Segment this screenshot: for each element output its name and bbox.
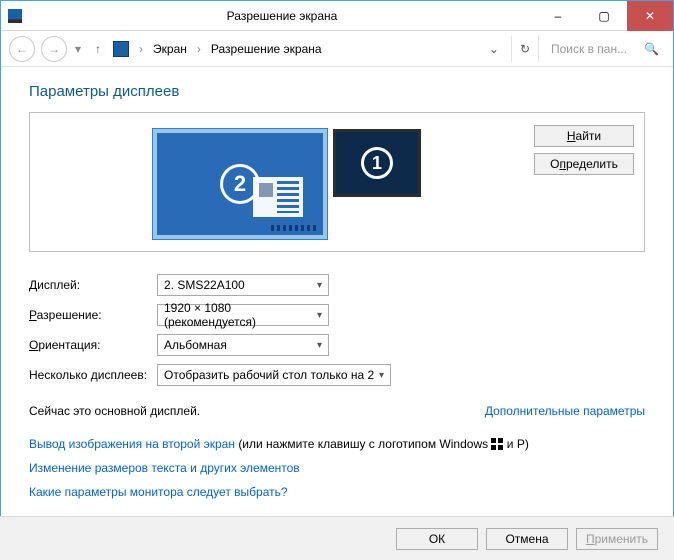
close-button[interactable]: ✕ bbox=[627, 1, 673, 31]
orientation-value: Альбомная bbox=[164, 338, 227, 352]
refresh-button[interactable]: ↻ bbox=[511, 36, 539, 62]
apply-button: Применить bbox=[576, 528, 658, 550]
advanced-settings-link[interactable]: Дополнительные параметры bbox=[485, 404, 645, 418]
chevron-down-icon: ▾ bbox=[317, 280, 322, 291]
window-title: Разрешение экрана bbox=[29, 9, 535, 23]
display-preview: 2 1 Найти Определить bbox=[29, 112, 645, 252]
search-icon: 🔍 bbox=[644, 42, 665, 56]
project-second-screen-link[interactable]: Вывод изображения на второй экран bbox=[29, 437, 235, 451]
titlebar: Разрешение экрана – ▢ ✕ bbox=[1, 1, 673, 31]
multi-display-value: Отобразить рабочий стол только на 2 bbox=[164, 368, 374, 382]
primary-display-status: Сейчас это основной дисплей. bbox=[29, 404, 200, 418]
forward-button[interactable]: → bbox=[41, 36, 67, 62]
project-hint-text2: и P) bbox=[507, 437, 529, 451]
search-input[interactable]: Поиск в пан... 🔍 bbox=[545, 36, 665, 62]
crumb-sep-icon: › bbox=[193, 42, 205, 56]
search-placeholder: Поиск в пан... bbox=[551, 42, 627, 56]
windows-logo-icon bbox=[491, 438, 503, 450]
location-icon bbox=[113, 41, 129, 57]
minimize-button[interactable]: – bbox=[535, 1, 581, 31]
app-icon bbox=[1, 9, 29, 23]
resolution-value: 1920 × 1080 (рекомендуется) bbox=[164, 301, 317, 329]
back-button[interactable]: ← bbox=[9, 36, 35, 62]
crumb-sep-icon: › bbox=[135, 42, 147, 56]
display-label: Дисплей: bbox=[29, 278, 157, 292]
chevron-down-icon: ▾ bbox=[317, 310, 322, 321]
monitor-1[interactable]: 1 bbox=[333, 129, 421, 197]
chevron-down-icon: ▾ bbox=[379, 370, 384, 381]
address-dropdown-icon[interactable]: ⌄ bbox=[483, 42, 505, 56]
breadcrumb-current[interactable]: Разрешение экрана bbox=[211, 42, 322, 56]
content: Параметры дисплеев 2 1 Найти Определить … bbox=[1, 67, 673, 508]
toolbar: ← → ▾ ↑ › Экран › Разрешение экрана ⌄ ↻ … bbox=[1, 31, 673, 67]
display-select[interactable]: 2. SMS22A100 ▾ bbox=[157, 274, 329, 296]
resolution-select[interactable]: 1920 × 1080 (рекомендуется) ▾ bbox=[157, 304, 329, 326]
orientation-label: Ориентация: bbox=[29, 338, 157, 352]
monitor-help-link[interactable]: Какие параметры монитора следует выбрать… bbox=[29, 480, 645, 504]
help-links: Вывод изображения на второй экран (или н… bbox=[29, 432, 645, 504]
settings-form: Дисплей: 2. SMS22A100 ▾ Разрешение: 1920… bbox=[29, 270, 645, 390]
display-value: 2. SMS22A100 bbox=[164, 278, 245, 292]
window-controls: – ▢ ✕ bbox=[535, 1, 673, 31]
resolution-label: Разрешение: bbox=[29, 308, 157, 322]
identify-button[interactable]: Определить bbox=[534, 153, 634, 175]
multi-display-select[interactable]: Отобразить рабочий стол только на 2 ▾ bbox=[157, 364, 391, 386]
monitor-2[interactable]: 2 bbox=[153, 129, 327, 239]
find-button[interactable]: Найти bbox=[534, 125, 634, 147]
monitor-decoration-icon bbox=[253, 177, 303, 217]
ok-button[interactable]: ОК bbox=[396, 528, 478, 550]
up-button[interactable]: ↑ bbox=[89, 42, 107, 56]
chevron-down-icon: ▾ bbox=[317, 340, 322, 351]
dialog-footer: ОК Отмена Применить bbox=[0, 516, 674, 560]
monitor-number: 1 bbox=[361, 147, 393, 179]
orientation-select[interactable]: Альбомная ▾ bbox=[157, 334, 329, 356]
project-hint-text: (или нажмите клавишу с логотипом Windows bbox=[238, 437, 491, 451]
page-title: Параметры дисплеев bbox=[29, 83, 645, 100]
multi-display-label: Несколько дисплеев: bbox=[29, 368, 157, 382]
breadcrumb-parent[interactable]: Экран bbox=[153, 42, 187, 56]
maximize-button[interactable]: ▢ bbox=[581, 1, 627, 31]
text-size-link[interactable]: Изменение размеров текста и других элеме… bbox=[29, 456, 645, 480]
cancel-button[interactable]: Отмена bbox=[486, 528, 568, 550]
history-chevron-icon[interactable]: ▾ bbox=[73, 42, 83, 56]
